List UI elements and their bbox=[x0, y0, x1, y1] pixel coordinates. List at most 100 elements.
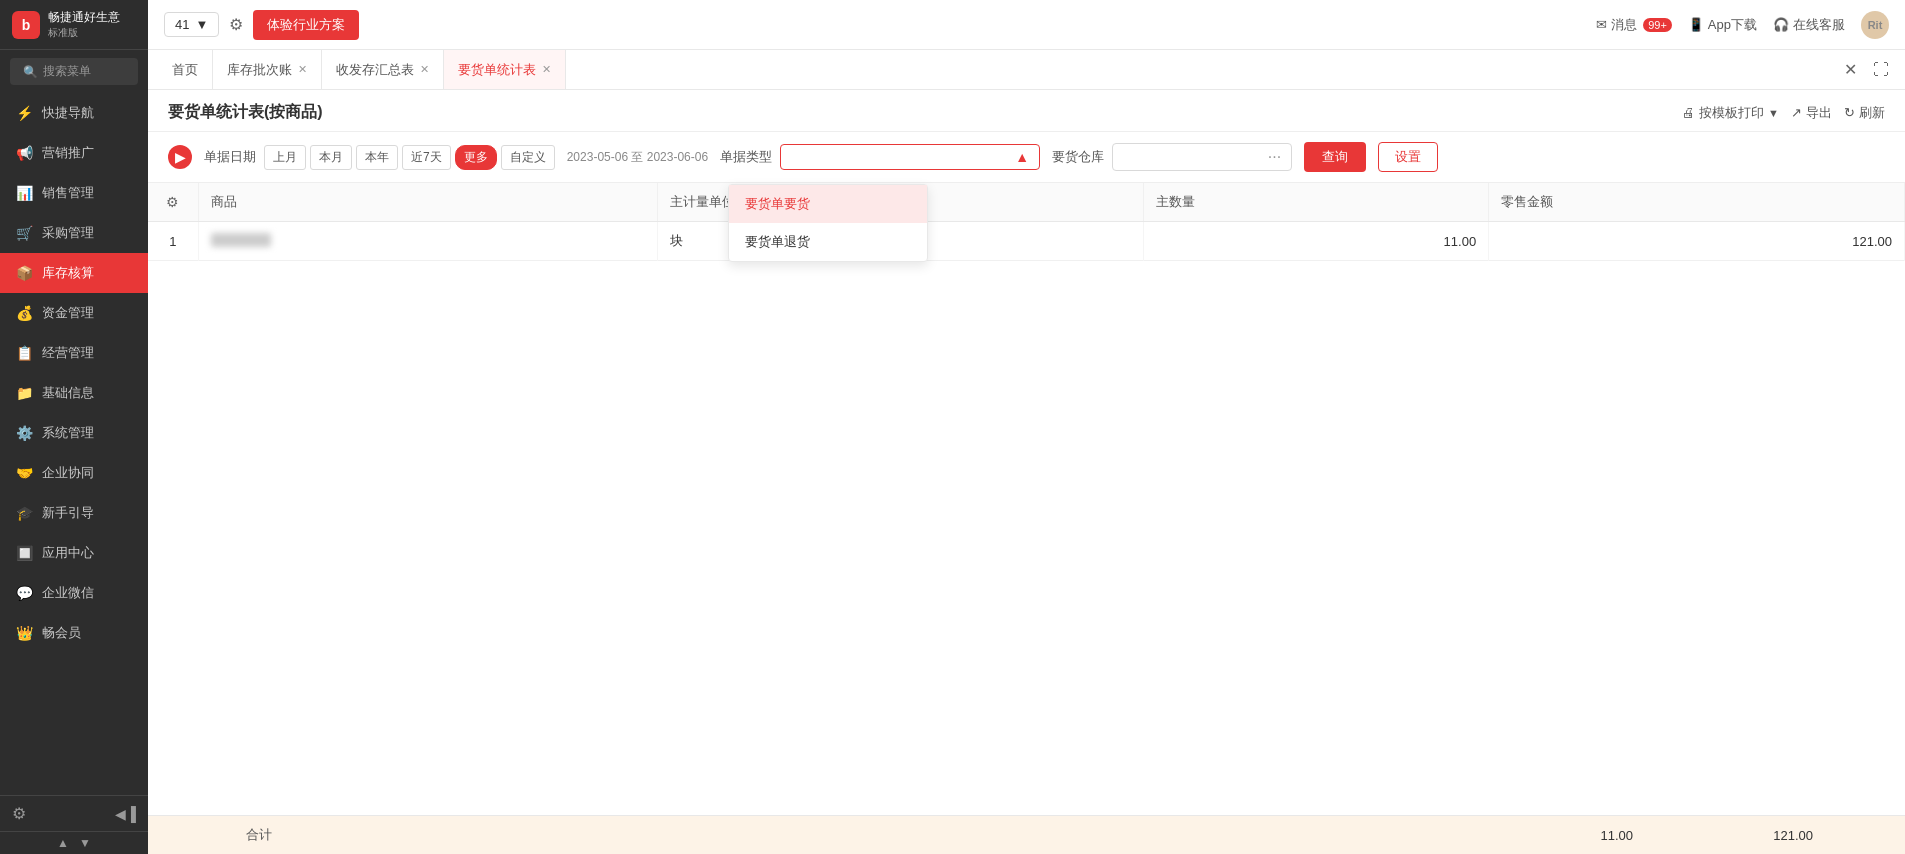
date-filter-label: 单据日期 bbox=[204, 148, 256, 166]
sidebar-item-nav14[interactable]: 👑 畅会员 bbox=[0, 613, 148, 653]
online-service-item[interactable]: 🎧 在线客服 bbox=[1773, 16, 1845, 34]
row-product bbox=[198, 222, 657, 261]
filter-bar: ▶ 单据日期 上月 本月 本年 近7天 更多 自定义 2023-05-06 至 … bbox=[148, 132, 1905, 183]
export-btn[interactable]: ↗ 导出 bbox=[1791, 104, 1832, 122]
sidebar-collapse-btn[interactable]: ◀▐ bbox=[115, 806, 136, 822]
table-col-quantity: 主数量 bbox=[1143, 183, 1489, 222]
tab-order-stats[interactable]: 要货单统计表 ✕ bbox=[444, 50, 566, 89]
sidebar-bottom: ⚙ ◀▐ bbox=[0, 795, 148, 831]
tab-close-receive-send[interactable]: ✕ bbox=[420, 63, 429, 76]
query-button[interactable]: 查询 bbox=[1304, 142, 1366, 172]
footer-amount: 121.00 bbox=[1713, 828, 1893, 843]
sidebar-item-nav10[interactable]: 🤝 企业协同 bbox=[0, 453, 148, 493]
sidebar-item-nav12[interactable]: 🔲 应用中心 bbox=[0, 533, 148, 573]
setting-button[interactable]: 设置 bbox=[1378, 142, 1438, 172]
message-icon: ✉ bbox=[1596, 17, 1607, 32]
sidebar-item-nav1[interactable]: ⚡ 快捷导航 bbox=[0, 93, 148, 133]
date-btn-this-month[interactable]: 本月 bbox=[310, 145, 352, 170]
footer-label: 合计 bbox=[246, 826, 272, 844]
export-icon: ↗ bbox=[1791, 105, 1802, 120]
tab-inventory-batch[interactable]: 库存批次账 ✕ bbox=[213, 50, 322, 89]
logo-icon: b bbox=[12, 11, 40, 39]
date-btn-this-year[interactable]: 本年 bbox=[356, 145, 398, 170]
page-title: 要货单统计表(按商品) bbox=[168, 102, 323, 123]
mobile-icon: 📱 bbox=[1688, 17, 1704, 32]
sidebar-nav: ⚡ 快捷导航 📢 营销推广 📊 销售管理 🛒 采购管理 📦 库存核算 💰 资金管… bbox=[0, 93, 148, 795]
table-row: 1 块 11.00 121.00 bbox=[148, 222, 1905, 261]
nav-icon-7: 📋 bbox=[14, 343, 34, 363]
dropdown-item-1[interactable]: 要货单退货 bbox=[729, 223, 927, 261]
dropdown-item-0[interactable]: 要货单要货 bbox=[729, 185, 927, 223]
data-table: ⚙ 商品 主计量单位 主数量 零售金额 bbox=[148, 183, 1905, 261]
column-settings-icon[interactable]: ⚙ bbox=[166, 194, 179, 210]
sidebar-item-nav6[interactable]: 💰 资金管理 bbox=[0, 293, 148, 333]
date-filter-group: 单据日期 上月 本月 本年 近7天 更多 自定义 2023-05-06 至 20… bbox=[204, 145, 708, 170]
store-number: 41 bbox=[175, 17, 189, 32]
store-selector[interactable]: 41 ▼ bbox=[164, 12, 219, 37]
print-icon: 🖨 bbox=[1682, 105, 1695, 120]
table-col-amount: 零售金额 bbox=[1489, 183, 1905, 222]
scroll-down-btn[interactable]: ▼ bbox=[79, 836, 91, 850]
date-btn-last-month[interactable]: 上月 bbox=[264, 145, 306, 170]
chevron-up-icon: ▲ bbox=[1015, 149, 1029, 165]
sidebar-settings-icon[interactable]: ⚙ bbox=[12, 804, 26, 823]
sidebar-item-nav11[interactable]: 🎓 新手引导 bbox=[0, 493, 148, 533]
type-select[interactable]: ▲ bbox=[780, 144, 1040, 170]
tabbar-close-all-btn[interactable]: ✕ bbox=[1838, 60, 1863, 79]
sidebar-item-nav9[interactable]: ⚙️ 系统管理 bbox=[0, 413, 148, 453]
date-btn-custom[interactable]: 自定义 bbox=[501, 145, 555, 170]
sidebar-item-nav3[interactable]: 📊 销售管理 bbox=[0, 173, 148, 213]
sidebar-item-nav4[interactable]: 🛒 采购管理 bbox=[0, 213, 148, 253]
warehouse-filter-group: 要货仓库 ··· bbox=[1052, 143, 1292, 171]
nav-icon-13: 💬 bbox=[14, 583, 34, 603]
tab-close-order-stats[interactable]: ✕ bbox=[542, 63, 551, 76]
table-col-product: 商品 bbox=[198, 183, 657, 222]
sidebar-search[interactable]: 🔍 搜索菜单 bbox=[10, 58, 138, 85]
tabbar: 首页 库存批次账 ✕ 收发存汇总表 ✕ 要货单统计表 ✕ ✕ ⛶ bbox=[148, 50, 1905, 90]
topbar-right: ✉ 消息 99+ 📱 App下载 🎧 在线客服 Rit bbox=[1596, 11, 1889, 39]
warehouse-more-icon[interactable]: ··· bbox=[1268, 148, 1281, 166]
sidebar-item-inventory[interactable]: 📦 库存核算 bbox=[0, 253, 148, 293]
messages-item[interactable]: ✉ 消息 99+ bbox=[1596, 16, 1672, 34]
nav-icon-9: ⚙️ bbox=[14, 423, 34, 443]
row-amount: 121.00 bbox=[1489, 222, 1905, 261]
scroll-up-btn[interactable]: ▲ bbox=[57, 836, 69, 850]
filter-expand-btn[interactable]: ▶ bbox=[168, 145, 192, 169]
table-footer: 合计 11.00 121.00 bbox=[148, 815, 1905, 854]
user-avatar[interactable]: Rit bbox=[1861, 11, 1889, 39]
headset-icon: 🎧 bbox=[1773, 17, 1789, 32]
print-btn[interactable]: 🖨 按模板打印 ▼ bbox=[1682, 104, 1779, 122]
app-download-item[interactable]: 📱 App下载 bbox=[1688, 16, 1757, 34]
sidebar-item-nav7[interactable]: 📋 经营管理 bbox=[0, 333, 148, 373]
nav-icon-14: 👑 bbox=[14, 623, 34, 643]
tabbar-expand-btn[interactable]: ⛶ bbox=[1867, 61, 1895, 79]
trial-button[interactable]: 体验行业方案 bbox=[253, 10, 359, 40]
page-header: 要货单统计表(按商品) 🖨 按模板打印 ▼ ↗ 导出 ↻ 刷新 bbox=[148, 90, 1905, 132]
date-buttons: 上月 本月 本年 近7天 更多 自定义 bbox=[264, 145, 555, 170]
product-name-blurred bbox=[211, 233, 271, 247]
date-btn-more[interactable]: 更多 bbox=[455, 145, 497, 170]
tab-close-inventory-batch[interactable]: ✕ bbox=[298, 63, 307, 76]
sidebar: b 畅捷通好生意 标准版 🔍 搜索菜单 ⚡ 快捷导航 📢 营销推广 📊 销售管理… bbox=[0, 0, 148, 854]
sidebar-item-nav2[interactable]: 📢 营销推广 bbox=[0, 133, 148, 173]
warehouse-filter-label: 要货仓库 bbox=[1052, 148, 1104, 166]
topbar-gear-icon[interactable]: ⚙ bbox=[229, 15, 243, 34]
print-dropdown-icon: ▼ bbox=[1768, 107, 1779, 119]
content-area: 要货单统计表(按商品) 🖨 按模板打印 ▼ ↗ 导出 ↻ 刷新 ▶ bbox=[148, 90, 1905, 854]
sidebar-item-nav13[interactable]: 💬 企业微信 bbox=[0, 573, 148, 613]
sidebar-item-nav8[interactable]: 📁 基础信息 bbox=[0, 373, 148, 413]
chevron-down-icon: ▼ bbox=[195, 17, 208, 32]
warehouse-select[interactable]: ··· bbox=[1112, 143, 1292, 171]
table-col-settings[interactable]: ⚙ bbox=[148, 183, 198, 222]
date-btn-last-7days[interactable]: 近7天 bbox=[402, 145, 451, 170]
table-container: ⚙ 商品 主计量单位 主数量 零售金额 bbox=[148, 183, 1905, 815]
refresh-btn[interactable]: ↻ 刷新 bbox=[1844, 104, 1885, 122]
search-icon: 🔍 bbox=[23, 65, 38, 79]
nav-icon-1: ⚡ bbox=[14, 103, 34, 123]
nav-icon-3: 📊 bbox=[14, 183, 34, 203]
sidebar-scroll-area: ▲ ▼ bbox=[0, 831, 148, 854]
nav-icon-6: 💰 bbox=[14, 303, 34, 323]
tab-receive-send-summary[interactable]: 收发存汇总表 ✕ bbox=[322, 50, 444, 89]
main-area: 41 ▼ ⚙ 体验行业方案 ✉ 消息 99+ 📱 App下载 🎧 在线客服 Ri… bbox=[148, 0, 1905, 854]
tab-home[interactable]: 首页 bbox=[158, 50, 213, 89]
